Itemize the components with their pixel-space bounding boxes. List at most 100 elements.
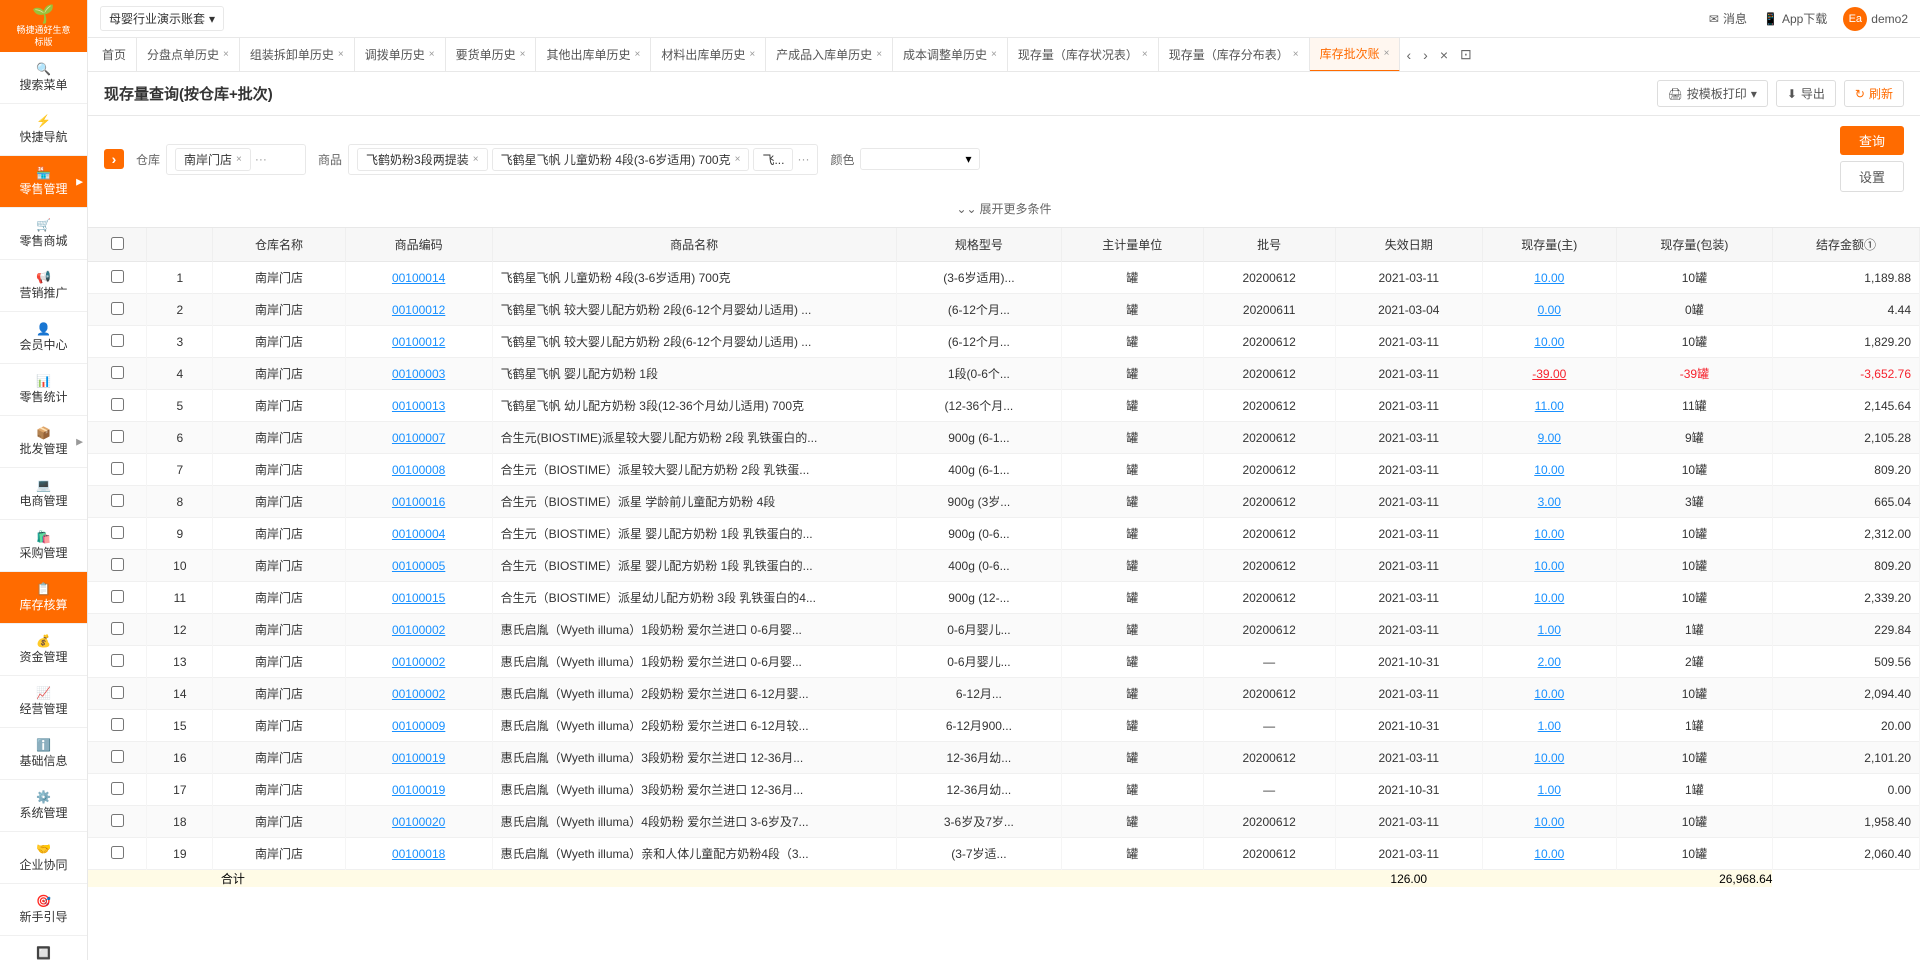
select-all-checkbox[interactable] — [111, 237, 124, 250]
sidebar-item-finance[interactable]: 💰 资金管理 — [0, 624, 87, 676]
row-code-11[interactable]: 00100002 — [345, 614, 492, 646]
warehouse-more[interactable]: ··· — [255, 152, 267, 166]
row-check-16[interactable] — [88, 774, 147, 806]
row-qty-7[interactable]: 3.00 — [1482, 486, 1616, 518]
row-code-14[interactable]: 00100009 — [345, 710, 492, 742]
row-check-11[interactable] — [88, 614, 147, 646]
sidebar-item-search[interactable]: 🔍 搜索菜单 — [0, 52, 87, 104]
row-qty-6[interactable]: 10.00 — [1482, 454, 1616, 486]
row-check-18[interactable] — [88, 838, 147, 870]
row-check-12[interactable] — [88, 646, 147, 678]
row-code-3[interactable]: 00100003 — [345, 358, 492, 390]
row-check-7[interactable] — [88, 486, 147, 518]
row-qty-12[interactable]: 2.00 — [1482, 646, 1616, 678]
row-code-6[interactable]: 00100008 — [345, 454, 492, 486]
row-qty-16[interactable]: 1.00 — [1482, 774, 1616, 806]
row-qty-5[interactable]: 9.00 — [1482, 422, 1616, 454]
sidebar-item-marketing[interactable]: 📢 营销推广 — [0, 260, 87, 312]
tab-assembly-history-close[interactable]: × — [338, 49, 344, 60]
goods-more[interactable]: ··· — [797, 152, 809, 166]
sidebar-item-member[interactable]: 👤 会员中心 — [0, 312, 87, 364]
row-code-16[interactable]: 00100019 — [345, 774, 492, 806]
row-check-5[interactable] — [88, 422, 147, 454]
tab-assembly-history[interactable]: 组装拆卸单历史 × — [240, 38, 355, 72]
tab-transfer-history[interactable]: 调拨单历史 × — [355, 38, 446, 72]
row-code-13[interactable]: 00100002 — [345, 678, 492, 710]
tab-other-outbound-history-close[interactable]: × — [634, 49, 640, 60]
row-qty-9[interactable]: 10.00 — [1482, 550, 1616, 582]
setting-btn[interactable]: 设置 — [1840, 161, 1904, 192]
row-code-15[interactable]: 00100019 — [345, 742, 492, 774]
filter-expand-btn[interactable]: ⌄⌄ 展开更多条件 — [956, 200, 1051, 217]
row-check-15[interactable] — [88, 742, 147, 774]
row-check-8[interactable] — [88, 518, 147, 550]
tab-nav-expand[interactable]: ⊡ — [1454, 46, 1478, 63]
row-check-17[interactable] — [88, 806, 147, 838]
btn-export[interactable]: ⬇ 导出 — [1776, 80, 1836, 107]
sidebar-item-quick-nav[interactable]: ⚡ 快捷导航 — [0, 104, 87, 156]
row-qty-1[interactable]: 0.00 — [1482, 294, 1616, 326]
goods-input-box[interactable]: 飞鹤奶粉3段两提装 × 飞鹤星飞帆 儿童奶粉 4段(3-6岁适用) 700克 ×… — [348, 144, 818, 175]
sidebar-item-system[interactable]: ⚙️ 系统管理 — [0, 780, 87, 832]
tab-stock-dist-close[interactable]: × — [1293, 49, 1299, 60]
sidebar-item-apps[interactable]: 🔲 应用中心 — [0, 936, 87, 960]
tab-finished-goods-history-close[interactable]: × — [876, 49, 882, 60]
tab-transfer-history-close[interactable]: × — [429, 49, 435, 60]
sidebar-item-inventory[interactable]: 📋 库存核算 — [0, 572, 87, 624]
row-check-10[interactable] — [88, 582, 147, 614]
row-qty-10[interactable]: 10.00 — [1482, 582, 1616, 614]
sidebar-item-wholesale[interactable]: 📦 批发管理 ▶ — [0, 416, 87, 468]
sidebar-item-mall[interactable]: 🛒 零售商城 — [0, 208, 87, 260]
sidebar-item-operations[interactable]: 📈 经营管理 — [0, 676, 87, 728]
row-check-13[interactable] — [88, 678, 147, 710]
sidebar-item-retail-stats[interactable]: 📊 零售统计 — [0, 364, 87, 416]
sidebar-item-guide[interactable]: 🎯 新手引导 — [0, 884, 87, 936]
row-code-2[interactable]: 00100012 — [345, 326, 492, 358]
row-qty-17[interactable]: 10.00 — [1482, 806, 1616, 838]
color-dropdown[interactable]: ▾ — [860, 148, 980, 170]
row-check-0[interactable] — [88, 262, 147, 294]
btn-print[interactable]: 🖨 按模板打印 ▾ — [1657, 80, 1768, 107]
row-check-4[interactable] — [88, 390, 147, 422]
row-code-1[interactable]: 00100012 — [345, 294, 492, 326]
query-btn[interactable]: 查询 — [1840, 126, 1904, 155]
warehouse-tag-close[interactable]: × — [236, 154, 242, 165]
row-code-7[interactable]: 00100016 — [345, 486, 492, 518]
tab-nav-next[interactable]: › — [1417, 47, 1434, 63]
row-qty-2[interactable]: 10.00 — [1482, 326, 1616, 358]
sidebar-item-collab[interactable]: 🤝 企业协同 — [0, 832, 87, 884]
sidebar-item-purchase[interactable]: 🛍️ 采购管理 — [0, 520, 87, 572]
tab-stock-status-close[interactable]: × — [1142, 49, 1148, 60]
app-download-btn[interactable]: 📱 App下载 — [1763, 10, 1827, 27]
row-qty-3[interactable]: -39.00 — [1482, 358, 1616, 390]
tab-home[interactable]: 首页 — [92, 38, 137, 72]
row-qty-18[interactable]: 10.00 — [1482, 838, 1616, 870]
row-code-12[interactable]: 00100002 — [345, 646, 492, 678]
row-qty-0[interactable]: 10.00 — [1482, 262, 1616, 294]
tab-material-outbound-history-close[interactable]: × — [749, 49, 755, 60]
row-code-10[interactable]: 00100015 — [345, 582, 492, 614]
tab-stock-batch-close[interactable]: × — [1384, 48, 1390, 59]
row-qty-11[interactable]: 1.00 — [1482, 614, 1616, 646]
row-qty-8[interactable]: 10.00 — [1482, 518, 1616, 550]
tab-requisition-history-close[interactable]: × — [520, 49, 526, 60]
sidebar-item-ecommerce[interactable]: 💻 电商管理 — [0, 468, 87, 520]
tab-nav-prev[interactable]: ‹ — [1400, 47, 1417, 63]
row-code-18[interactable]: 00100018 — [345, 838, 492, 870]
row-check-14[interactable] — [88, 710, 147, 742]
row-check-1[interactable] — [88, 294, 147, 326]
tab-cost-adjust-history[interactable]: 成本调整单历史 × — [893, 38, 1008, 72]
tab-stock-batch[interactable]: 库存批次账 × — [1310, 38, 1401, 72]
warehouse-input-box[interactable]: 南岸门店 × ··· — [166, 144, 306, 175]
sidebar-item-retail[interactable]: 🏪 零售管理 ▶ — [0, 156, 87, 208]
account-selector[interactable]: 母婴行业演示账套 ▾ — [100, 6, 224, 31]
row-check-2[interactable] — [88, 326, 147, 358]
goods-tag-0-close[interactable]: × — [473, 154, 479, 165]
goods-tag-1-close[interactable]: × — [735, 154, 741, 165]
row-check-3[interactable] — [88, 358, 147, 390]
row-qty-4[interactable]: 11.00 — [1482, 390, 1616, 422]
btn-refresh[interactable]: ↻ 刷新 — [1844, 80, 1904, 107]
tab-requisition-history[interactable]: 要货单历史 × — [446, 38, 537, 72]
tab-material-outbound-history[interactable]: 材料出库单历史 × — [651, 38, 766, 72]
tab-finished-goods-history[interactable]: 产成品入库单历史 × — [766, 38, 893, 72]
